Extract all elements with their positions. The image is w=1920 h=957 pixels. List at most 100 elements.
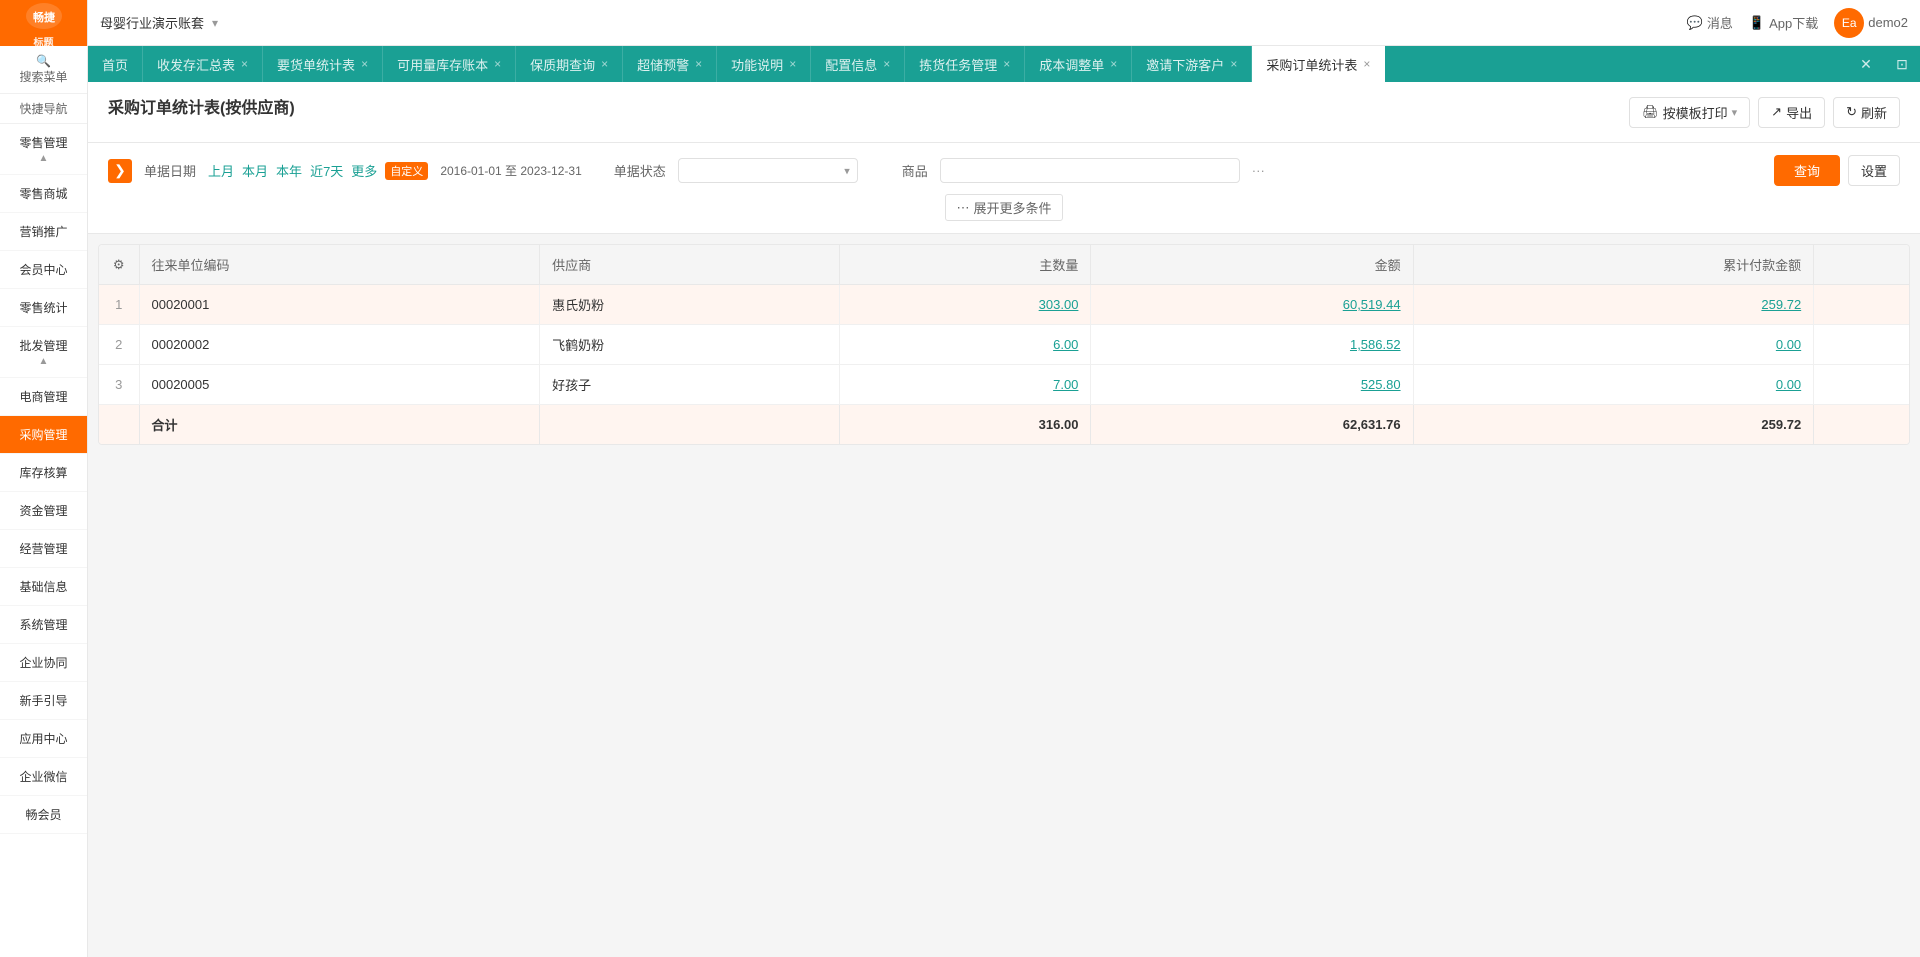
sidebar-item-retail-mall[interactable]: 零售商城 [0,175,87,213]
tab-close-icon[interactable]: × [361,57,368,71]
sidebar-item-label: 企业微信 [19,768,67,785]
print-btn[interactable]: 🖨 按模板打印 ▾ [1629,97,1750,128]
phone-icon: 📱 [1749,15,1765,31]
cell-paid[interactable]: 0.00 [1413,325,1814,365]
cell-supplier: 飞鹤奶粉 [540,325,839,365]
tab-close-icon[interactable]: × [1110,57,1117,71]
tab-config[interactable]: 配置信息 × [811,46,905,82]
export-btn[interactable]: ↗ 导出 [1758,97,1825,128]
tab-close-icon[interactable]: × [695,57,702,71]
date-7days[interactable]: 近7天 [310,161,343,180]
sidebar-item-operations[interactable]: 经营管理 [0,530,87,568]
sidebar-item-purchase[interactable]: 采购管理 [0,416,87,454]
search-menu[interactable]: 🔍 搜索菜单 [0,46,87,94]
tab-receive-send[interactable]: 收发存汇总表× [143,46,263,82]
sidebar-item-retail-stats[interactable]: 零售统计 [0,289,87,327]
sidebar-item-appstore[interactable]: 应用中心 [0,720,87,758]
sidebar-item-label: 库存核算 [19,464,67,481]
status-select[interactable] [678,158,858,183]
date-this-year[interactable]: 本年 [276,161,302,180]
cell-qty[interactable]: 303.00 [839,285,1091,325]
table-row[interactable]: 1 00020001 惠氏奶粉 303.00 60,519.44 259.72 [99,285,1909,325]
print-dropdown-icon: ▾ [1732,106,1738,119]
tab-warranty[interactable]: 保质期查询× [516,46,623,82]
tab-home[interactable]: 首页 [88,46,143,82]
tab-label: 拣货任务管理 [919,55,997,74]
maximize-btn[interactable]: ⊡ [1884,46,1920,82]
close-tab-btn[interactable]: ✕ [1848,46,1884,82]
cell-amount[interactable]: 1,586.52 [1091,325,1413,365]
company-dropdown-icon[interactable]: ▾ [212,16,218,30]
goods-input[interactable] [940,158,1240,183]
expand-filter-btn[interactable]: ⋯ 展开更多条件 [945,194,1062,221]
date-custom-badge[interactable]: 自定义 [385,162,428,180]
date-more[interactable]: 更多 [351,161,377,180]
tab-close-icon[interactable]: × [1230,57,1237,71]
cell-amount[interactable]: 60,519.44 [1091,285,1413,325]
cell-supplier: 惠氏奶粉 [540,285,839,325]
tab-cost-adjust[interactable]: 成本调整单× [1025,46,1132,82]
date-this-month[interactable]: 本月 [242,161,268,180]
tab-overstock[interactable]: 超储预警× [623,46,717,82]
tab-close-icon[interactable]: × [241,57,248,71]
sidebar-item-basics[interactable]: 基础信息 [0,568,87,606]
sidebar-item-marketing[interactable]: 营销推广 [0,213,87,251]
col-settings[interactable]: ⚙ [99,245,139,285]
cell-amount[interactable]: 525.80 [1091,365,1413,405]
settings-btn[interactable]: 设置 [1848,155,1900,186]
tab-close-icon[interactable]: × [601,57,608,71]
sidebar-item-wholesale[interactable]: 批发管理▲ [0,327,87,378]
query-btn[interactable]: 查询 [1774,155,1840,186]
main-content: 母婴行业演示账套 ▾ 💬 消息 📱 App下载 Ea demo2 首页收发存汇总… [88,0,1920,957]
user-menu[interactable]: Ea demo2 [1834,8,1908,38]
tab-close-icon[interactable]: × [494,57,501,71]
tab-pick-task[interactable]: 拣货任务管理 × [905,46,1025,82]
tab-close-icon[interactable]: × [1003,57,1010,71]
tab-goods-stats[interactable]: 要货单统计表× [263,46,383,82]
sidebar-item-system[interactable]: 系统管理 [0,606,87,644]
cell-paid[interactable]: 259.72 [1413,285,1814,325]
tab-help[interactable]: 功能说明× [717,46,811,82]
sidebar-item-vip[interactable]: 畅会员 [0,796,87,834]
col-extra [1814,245,1909,285]
shortcut-nav[interactable]: 快捷导航 [0,94,87,124]
tab-inventory-book[interactable]: 可用量库存账本× [383,46,516,82]
cell-supplier: 好孩子 [540,365,839,405]
cell-qty[interactable]: 7.00 [839,365,1091,405]
status-filter-label: 单据状态 [614,161,666,180]
filter-more-icon[interactable]: ··· [1252,163,1265,178]
sidebar-item-newbie[interactable]: 新手引导 [0,682,87,720]
sidebar-item-retail-mgmt[interactable]: 零售管理▲ [0,124,87,175]
sidebar-item-ecommerce[interactable]: 电商管理 [0,378,87,416]
app-download-btn[interactable]: 📱 App下载 [1749,13,1818,32]
cell-extra [1814,285,1909,325]
tab-close-icon[interactable]: × [789,57,796,71]
tab-label: 配置信息 [825,55,877,74]
sidebar-item-wechat[interactable]: 企业微信 [0,758,87,796]
sidebar-item-inventory[interactable]: 库存核算 [0,454,87,492]
settings-icon[interactable]: ⚙ [113,257,125,272]
sidebar-nav: 零售管理▲零售商城营销推广会员中心零售统计批发管理▲电商管理采购管理库存核算资金… [0,124,87,834]
sidebar-item-finance[interactable]: 资金管理 [0,492,87,530]
sidebar-item-label: 批发管理 [19,337,67,354]
tab-purchase-stats[interactable]: 采购订单统计表× [1252,46,1385,82]
cell-qty[interactable]: 6.00 [839,325,1091,365]
tab-close-icon[interactable]: × [1363,57,1370,71]
tab-invite[interactable]: 邀请下游客户× [1132,46,1252,82]
filter-row-1: ❯ 单据日期 上月 本月 本年 近7天 更多 自定义 2016-01-01 至 … [108,155,1900,186]
tab-close-icon[interactable]: × [883,57,890,71]
sidebar-item-enterprise[interactable]: 企业协同 [0,644,87,682]
sidebar-item-members[interactable]: 会员中心 [0,251,87,289]
table-footer-row: 合计 316.00 62,631.76 259.72 [99,405,1909,445]
message-btn[interactable]: 💬 消息 [1687,13,1733,32]
filter-toggle-btn[interactable]: ❯ [108,159,132,183]
topbar-right: 💬 消息 📱 App下载 Ea demo2 [1687,8,1908,38]
refresh-btn[interactable]: ↻ 刷新 [1833,97,1900,128]
footer-empty-3 [1814,405,1909,445]
col-code: 往来单位编码 [139,245,540,285]
date-last-month[interactable]: 上月 [208,161,234,180]
table-row[interactable]: 3 00020005 好孩子 7.00 525.80 0.00 [99,365,1909,405]
sidebar-item-label: 企业协同 [19,654,67,671]
table-row[interactable]: 2 00020002 飞鹤奶粉 6.00 1,586.52 0.00 [99,325,1909,365]
cell-paid[interactable]: 0.00 [1413,365,1814,405]
